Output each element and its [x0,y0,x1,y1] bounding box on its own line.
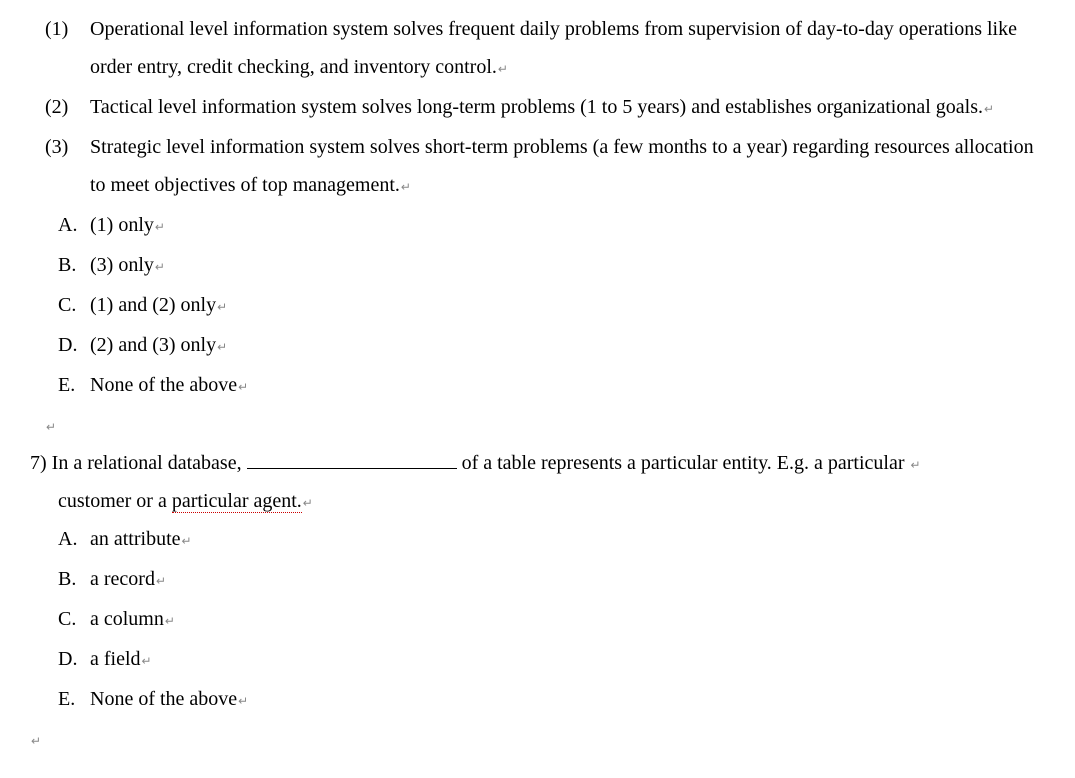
option-letter: A. [58,206,90,244]
option-text: a record↵ [90,560,1045,598]
option-content: a record [90,568,155,590]
question-7: 7) In a relational database, of a table … [30,444,1045,520]
option-e: E. None of the above↵ [58,366,1045,404]
option-b: B. (3) only↵ [58,246,1045,284]
option-letter: D. [58,326,90,364]
option-letter: A. [58,520,90,558]
return-icon: ↵ [142,654,152,668]
statement-content: Tactical level information system solves… [90,96,983,118]
option-text: (1) only↵ [90,206,1045,244]
return-icon: ↵ [984,102,994,116]
q7-option-e: E. None of the above↵ [58,680,1045,718]
option-a: A. (1) only↵ [58,206,1045,244]
statement-1: (1) Operational level information system… [45,10,1045,86]
statement-text: Tactical level information system solves… [90,88,1045,126]
q7-options-block: A. an attribute↵ B. a record↵ C. a colum… [30,520,1045,718]
return-icon: ↵ [46,420,56,434]
fill-blank [247,449,457,469]
return-icon: ↵ [303,496,313,510]
option-text: (2) and (3) only↵ [90,326,1045,364]
statement-2: (2) Tactical level information system so… [45,88,1045,126]
option-text: (3) only↵ [90,246,1045,284]
paragraph-break: ↵ [30,406,1045,444]
option-text: None of the above↵ [90,680,1045,718]
option-content: None of the above [90,374,237,396]
statement-num: (1) [45,10,90,86]
q7-line1: 7) In a relational database, of a table … [30,444,1045,482]
return-icon: ↵ [31,734,41,748]
q7-number: 7) [30,452,47,474]
option-content: (3) only [90,254,154,276]
option-text: None of the above↵ [90,366,1045,404]
return-icon: ↵ [217,340,227,354]
return-icon: ↵ [155,260,165,274]
option-content: (1) only [90,214,154,236]
q7-pre-text: In a relational database, [52,452,247,474]
statements-block: (1) Operational level information system… [30,10,1045,204]
option-letter: C. [58,600,90,638]
option-letter: E. [58,366,90,404]
option-content: an attribute [90,528,181,550]
return-icon: ↵ [217,300,227,314]
option-content: (2) and (3) only [90,334,216,356]
return-icon: ↵ [165,614,175,628]
option-text: an attribute↵ [90,520,1045,558]
return-icon: ↵ [911,458,921,472]
return-icon: ↵ [238,380,248,394]
statement-num: (2) [45,88,90,126]
q7-option-c: C. a column↵ [58,600,1045,638]
statement-num: (3) [45,128,90,204]
option-c: C. (1) and (2) only↵ [58,286,1045,324]
option-content: a field [90,648,141,670]
q7-line2-pre: customer or a [58,490,172,512]
option-text: (1) and (2) only↵ [90,286,1045,324]
option-content: None of the above [90,688,237,710]
q7-option-d: D. a field↵ [58,640,1045,678]
option-letter: C. [58,286,90,324]
return-icon: ↵ [156,574,166,588]
statement-3: (3) Strategic level information system s… [45,128,1045,204]
q7-post-text: of a table represents a particular entit… [457,452,910,474]
paragraph-break: ↵ [30,720,1045,758]
option-letter: B. [58,560,90,598]
q6-options-block: A. (1) only↵ B. (3) only↵ C. (1) and (2)… [30,206,1045,404]
return-icon: ↵ [498,62,508,76]
q7-option-b: B. a record↵ [58,560,1045,598]
q7-option-a: A. an attribute↵ [58,520,1045,558]
option-letter: B. [58,246,90,284]
q7-dotted-text: particular agent. [172,490,302,513]
statement-content: Operational level information system sol… [90,18,1017,78]
q7-line2: customer or a particular agent.↵ [30,482,1045,520]
statement-text: Strategic level information system solve… [90,128,1045,204]
return-icon: ↵ [401,180,411,194]
option-letter: D. [58,640,90,678]
option-d: D. (2) and (3) only↵ [58,326,1045,364]
return-icon: ↵ [238,694,248,708]
statement-content: Strategic level information system solve… [90,136,1034,196]
option-content: a column [90,608,164,630]
statement-text: Operational level information system sol… [90,10,1045,86]
option-letter: E. [58,680,90,718]
option-content: (1) and (2) only [90,294,216,316]
option-text: a column↵ [90,600,1045,638]
return-icon: ↵ [155,220,165,234]
option-text: a field↵ [90,640,1045,678]
return-icon: ↵ [182,534,192,548]
